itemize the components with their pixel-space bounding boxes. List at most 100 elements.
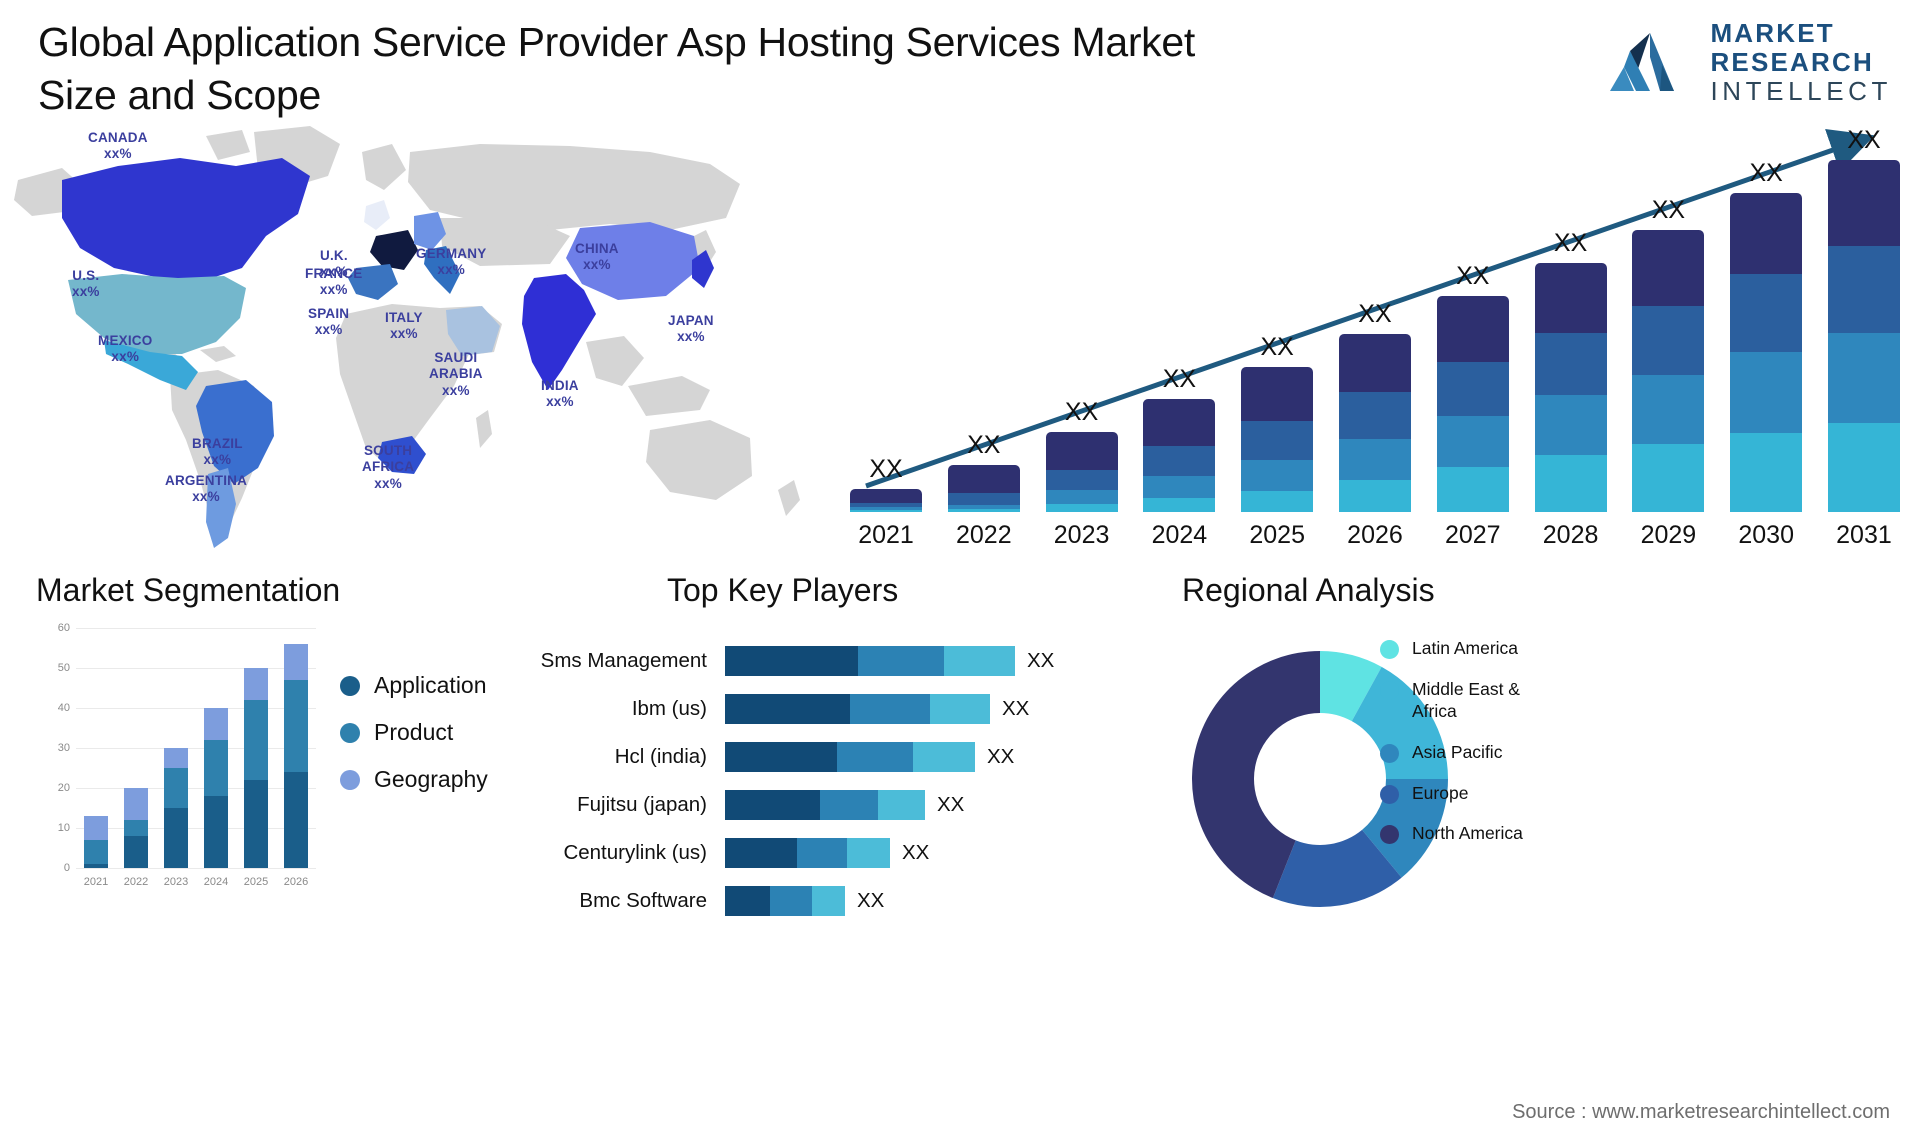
mri-mountain-logo-icon xyxy=(1610,33,1675,91)
map-label-japan: JAPAN xx% xyxy=(668,313,714,345)
player-segment-part-3 xyxy=(847,837,890,868)
regional-legend-item-latin-america: Latin America xyxy=(1380,638,1562,660)
segmentation-segment-application xyxy=(244,780,268,868)
player-segment-part-2 xyxy=(770,885,812,916)
segmentation-segment-application xyxy=(164,808,188,868)
main-chart-bar-stack xyxy=(1730,192,1803,512)
player-segment-part-2 xyxy=(858,645,944,676)
segmentation-segment-geography xyxy=(124,788,148,820)
regional-legend-item-north-america: North America xyxy=(1380,823,1562,845)
player-segment-part-2 xyxy=(820,789,878,820)
segmentation-segment-application xyxy=(84,864,108,868)
segmentation-segment-geography xyxy=(204,708,228,740)
map-country-uk xyxy=(364,200,390,230)
main-chart-segment-segment-1 xyxy=(1436,296,1509,362)
main-chart-bar-stack xyxy=(1338,333,1411,512)
main-chart-segment-segment-2 xyxy=(1241,420,1314,461)
main-chart-segment-segment-4 xyxy=(1143,497,1216,512)
main-chart-bar-stack xyxy=(850,488,922,512)
main-chart-segment-segment-4 xyxy=(1632,444,1705,512)
logo-line-2: RESEARCH xyxy=(1710,47,1874,77)
player-segment-part-1 xyxy=(725,645,858,676)
segmentation-bar-2024 xyxy=(204,708,228,868)
main-chart-segment-segment-1 xyxy=(1143,399,1216,447)
main-chart-bar-stack xyxy=(1534,263,1607,512)
main-chart-bar-2027: XX xyxy=(1436,262,1509,512)
main-chart-segment-segment-2 xyxy=(1534,332,1607,395)
main-chart-bar-stack xyxy=(1632,230,1705,512)
source-text: Source : www.marketresearchintellect.com xyxy=(1512,1101,1890,1123)
segmentation-x-label-2022: 2022 xyxy=(123,876,149,888)
segmentation-segment-product xyxy=(124,820,148,836)
logo-line-1: MARKET xyxy=(1710,18,1835,48)
segmentation-segment-application xyxy=(204,796,228,868)
player-name: Bmc Software xyxy=(579,888,707,912)
legend-label: Product xyxy=(374,719,454,745)
map-label-mexico: MEXICO xx% xyxy=(98,333,153,365)
main-chart-bar-stack xyxy=(1827,160,1900,512)
map-label-italy: ITALY xx% xyxy=(385,310,423,342)
player-value-label: XX xyxy=(1002,696,1030,720)
legend-label: Asia Pacific xyxy=(1412,741,1503,762)
legend-dot-icon xyxy=(1380,680,1399,700)
regional-analysis-chart: Latin America Middle East & Africa Asia Pa… xyxy=(1180,620,1920,920)
main-chart-segment-segment-2 xyxy=(1827,246,1900,333)
main-chart-bar-value-label: XX xyxy=(1162,365,1197,394)
map-label-canada: CANADA xx% xyxy=(88,130,148,162)
map-country-germany xyxy=(414,212,446,250)
logo-line-3: INTELLECT xyxy=(1710,76,1892,106)
player-bar-stack xyxy=(725,885,845,916)
main-chart-bar-2029: XX xyxy=(1632,196,1705,512)
legend-dot-icon xyxy=(1380,825,1399,845)
map-country-canada xyxy=(62,158,310,280)
player-segment-part-1 xyxy=(725,789,820,820)
main-chart-segment-segment-3 xyxy=(1827,332,1900,423)
main-chart-segment-segment-3 xyxy=(1143,476,1216,498)
main-chart-segment-segment-3 xyxy=(1241,460,1314,492)
segmentation-x-label-2026: 2026 xyxy=(283,876,309,888)
legend-label: Application xyxy=(374,672,487,698)
main-chart-year-2029: 2029 xyxy=(1640,521,1697,549)
segmentation-y-tick: 20 xyxy=(57,782,70,794)
main-chart-bar-value-label: XX xyxy=(967,431,1001,460)
main-chart-segment-segment-4 xyxy=(1436,466,1509,512)
main-chart-year-2025: 2025 xyxy=(1249,521,1305,549)
main-chart-bar-2024: XX xyxy=(1143,365,1216,512)
legend-dot-icon xyxy=(1380,640,1399,659)
main-chart-segment-segment-3 xyxy=(1534,394,1607,455)
segmentation-segment-product xyxy=(244,700,268,780)
regional-legend-item-europe: Europe xyxy=(1380,783,1562,805)
infographic-page: Global Application Service Provider Asp … xyxy=(0,0,1920,1146)
main-chart-bar-2028: XX xyxy=(1534,229,1607,512)
main-chart-bar-value-label: XX xyxy=(869,454,903,483)
map-label-china: CHINA xx% xyxy=(575,241,619,273)
player-value-label: XX xyxy=(937,792,965,816)
main-chart-segment-segment-2 xyxy=(947,493,1020,505)
segmentation-legend: Application Product Geography xyxy=(340,672,488,813)
main-chart-year-2028: 2028 xyxy=(1542,521,1599,549)
player-segment-part-3 xyxy=(913,741,975,772)
player-value-label: XX xyxy=(857,888,885,912)
page-title: Global Application Service Provider Asp … xyxy=(38,19,1195,119)
player-segment-part-3 xyxy=(944,645,1015,676)
main-chart-bar-value-label: XX xyxy=(1847,126,1881,154)
player-name: Sms Management xyxy=(540,648,707,672)
segmentation-bar-2026 xyxy=(284,644,308,868)
main-chart-bar-stack xyxy=(1241,366,1314,512)
legend-label: Geography xyxy=(374,766,488,792)
player-segment-part-1 xyxy=(725,741,837,772)
player-segment-part-3 xyxy=(878,789,925,820)
player-row-ibm-us-: Ibm (us) XX xyxy=(520,688,1100,729)
main-chart-bar-2025: XX xyxy=(1241,333,1314,512)
segmentation-segment-application xyxy=(284,772,308,868)
main-chart-segment-segment-2 xyxy=(1730,273,1803,353)
segmentation-x-label-2024: 2024 xyxy=(203,876,229,888)
segmentation-y-tick: 10 xyxy=(57,822,70,834)
main-chart-segment-segment-4 xyxy=(850,510,922,512)
player-value-label: XX xyxy=(902,840,930,864)
map-label-france: FRANCE xx% xyxy=(305,266,363,298)
player-bar-stack xyxy=(725,837,890,868)
brand-logo: MARKET RESEARCH INTELLECT xyxy=(1604,20,1892,104)
main-chart-segment-segment-4 xyxy=(1534,454,1607,512)
main-chart-bar-value-label: XX xyxy=(1064,398,1099,427)
